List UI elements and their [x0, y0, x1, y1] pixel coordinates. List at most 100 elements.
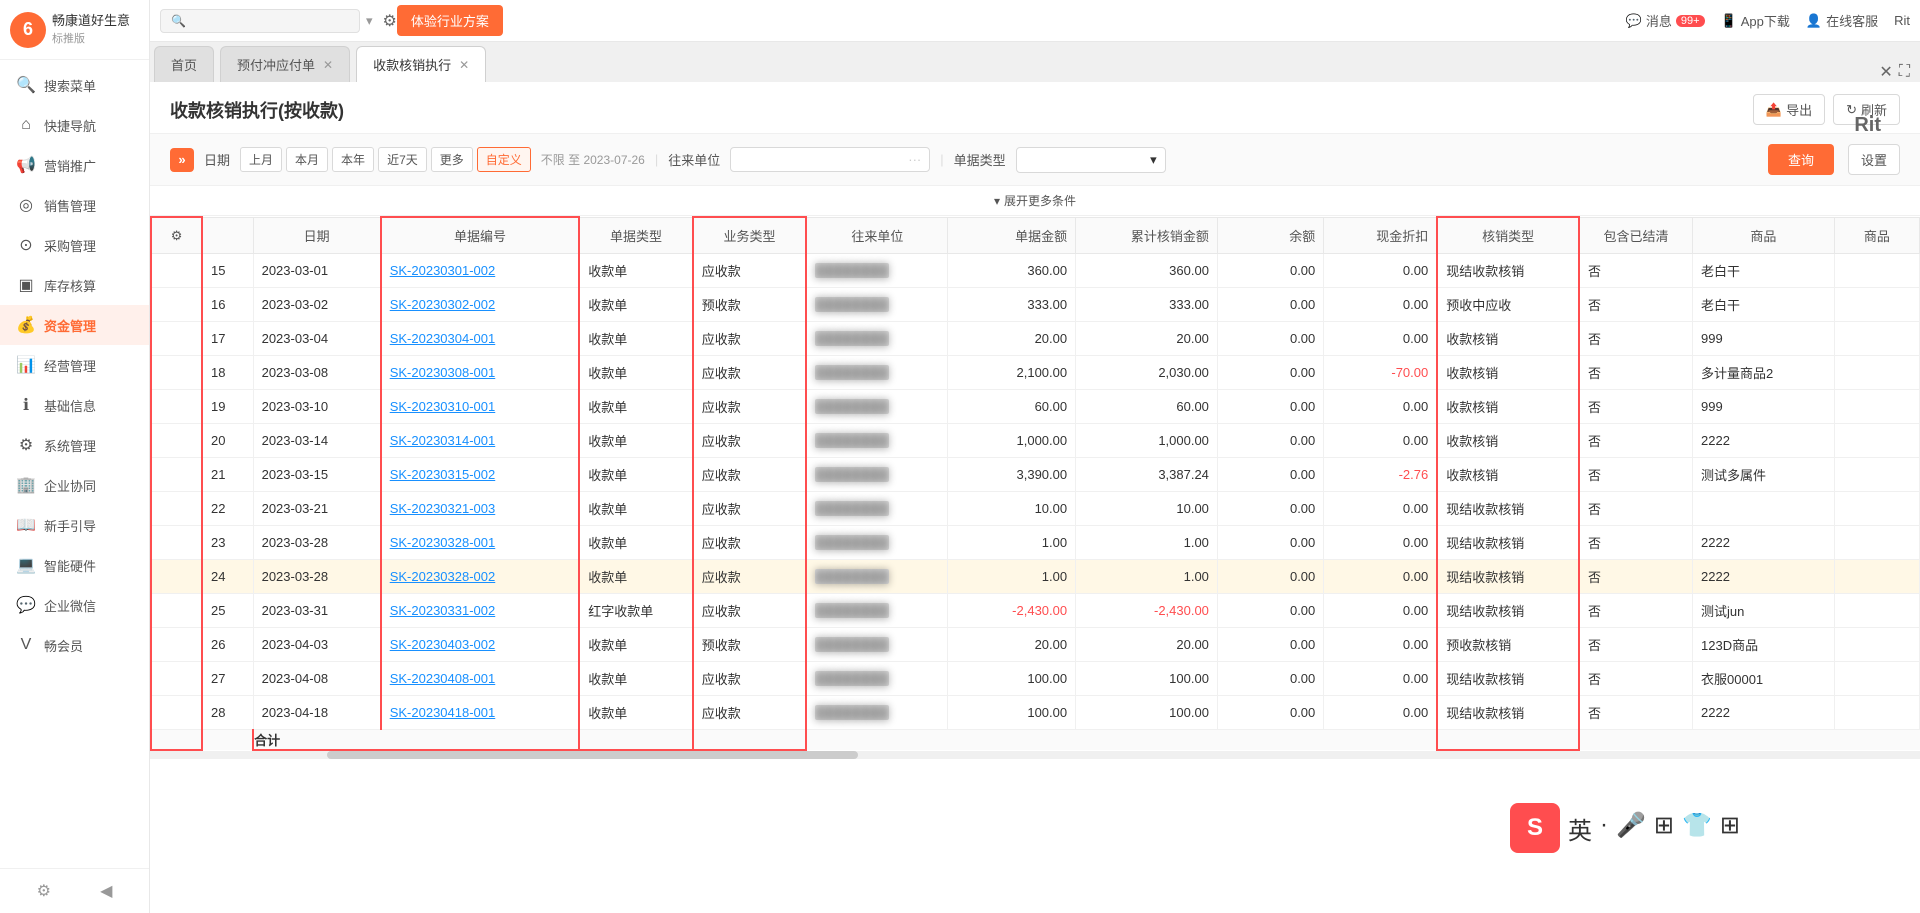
docno-link[interactable]: SK-20230310-001	[390, 399, 496, 414]
td-docno[interactable]: SK-20230328-002	[381, 560, 580, 594]
td-docno[interactable]: SK-20230302-002	[381, 288, 580, 322]
sidebar-item-enterprise[interactable]: 🏢 企业协同	[0, 465, 149, 505]
td-discount: 0.00	[1324, 424, 1437, 458]
td-seq: 26	[202, 628, 253, 662]
td-biztype: 应收款	[693, 560, 806, 594]
th-balance: 余额	[1217, 217, 1323, 254]
docno-link[interactable]: SK-20230403-002	[390, 637, 496, 652]
sidebar-item-basic[interactable]: ℹ 基础信息	[0, 385, 149, 425]
td-docno[interactable]: SK-20230328-001	[381, 526, 580, 560]
docno-link[interactable]: SK-20230301-002	[390, 263, 496, 278]
doctype-select[interactable]: ▾	[1016, 147, 1166, 173]
docno-link[interactable]: SK-20230328-002	[390, 569, 496, 584]
tf-total-label: 合计	[253, 730, 579, 751]
td-docno[interactable]: SK-20230408-001	[381, 662, 580, 696]
message-btn[interactable]: 💬 消息 99+	[1626, 11, 1705, 30]
docno-link[interactable]: SK-20230308-001	[390, 365, 496, 380]
sidebar-item-wechat[interactable]: 💬 企业微信	[0, 585, 149, 625]
sidebar-item-marketing[interactable]: 📢 营销推广	[0, 145, 149, 185]
tab-writeoff[interactable]: 收款核销执行✕	[356, 46, 486, 82]
docno-link[interactable]: SK-20230328-001	[390, 535, 496, 550]
inventory-icon: ▣	[16, 275, 36, 295]
td-docno[interactable]: SK-20230301-002	[381, 254, 580, 288]
tab-prepay[interactable]: 预付冲应付单✕	[220, 46, 350, 82]
td-docno[interactable]: SK-20230403-002	[381, 628, 580, 662]
td-goods2	[1834, 322, 1919, 356]
docno-link[interactable]: SK-20230418-001	[390, 705, 496, 720]
sidebar-item-finance[interactable]: 💰 资金管理	[0, 305, 149, 345]
table-body: 15 2023-03-01 SK-20230301-002 收款单 应收款 ██…	[151, 254, 1920, 730]
sidebar-item-purchase[interactable]: ⊙ 采购管理	[0, 225, 149, 265]
date-btn-近7天[interactable]: 近7天	[378, 147, 427, 172]
page-title: 收款核销执行(按收款)	[170, 97, 344, 123]
sidebar-item-hardware[interactable]: 💻 智能硬件	[0, 545, 149, 585]
user-text[interactable]: Rit	[1894, 13, 1910, 28]
tab-expand-icon[interactable]: ⛶	[1899, 63, 1910, 81]
sidebar-item-system[interactable]: ⚙ 系统管理	[0, 425, 149, 465]
td-docno[interactable]: SK-20230310-001	[381, 390, 580, 424]
td-biztype: 应收款	[693, 424, 806, 458]
settings-icon[interactable]: ⚙	[383, 11, 397, 31]
td-doctype: 收款单	[579, 254, 692, 288]
date-btn-本年[interactable]: 本年	[332, 147, 374, 172]
docno-link[interactable]: SK-20230302-002	[390, 297, 496, 312]
service-btn[interactable]: 👤 在线客服	[1806, 11, 1878, 30]
partner-field[interactable]: ···	[730, 147, 930, 172]
td-biztype: 应收款	[693, 594, 806, 628]
tab-close-writeoff[interactable]: ✕	[459, 58, 469, 72]
date-btn-更多[interactable]: 更多	[431, 147, 473, 172]
tab-close-prepay[interactable]: ✕	[323, 58, 333, 72]
query-btn[interactable]: 查询	[1768, 144, 1834, 175]
td-seq: 27	[202, 662, 253, 696]
sidebar-item-sales[interactable]: ◎ 销售管理	[0, 185, 149, 225]
setting-btn[interactable]: 设置	[1848, 144, 1900, 175]
docno-link[interactable]: SK-20230315-002	[390, 467, 496, 482]
docno-link[interactable]: SK-20230304-001	[390, 331, 496, 346]
td-discount: 0.00	[1324, 390, 1437, 424]
sidebar-item-guide[interactable]: 📖 新手引导	[0, 505, 149, 545]
finance-icon: 💰	[16, 315, 36, 335]
td-docno[interactable]: SK-20230304-001	[381, 322, 580, 356]
td-cumamt: 333.00	[1076, 288, 1218, 322]
td-cumamt: 10.00	[1076, 492, 1218, 526]
sidebar-collapse-icon[interactable]: ◀	[100, 881, 112, 901]
docno-link[interactable]: SK-20230331-002	[390, 603, 496, 618]
td-docno[interactable]: SK-20230418-001	[381, 696, 580, 730]
industry-btn[interactable]: 体验行业方案	[397, 5, 503, 36]
expand-bar[interactable]: ▾ 展开更多条件	[150, 186, 1920, 216]
td-doctype: 收款单	[579, 356, 692, 390]
dropdown-arrow[interactable]: ▾	[366, 13, 373, 29]
date-btn-自定义[interactable]: 自定义	[477, 147, 531, 172]
td-biztype: 应收款	[693, 492, 806, 526]
search-box[interactable]: 🔍	[160, 9, 360, 33]
td-writetype: 现结收款核销	[1437, 662, 1579, 696]
docno-link[interactable]: SK-20230408-001	[390, 671, 496, 686]
th-setting[interactable]: ⚙	[151, 217, 202, 254]
export-btn[interactable]: 📤 导出	[1753, 94, 1825, 125]
td-goods2	[1834, 424, 1919, 458]
td-docno[interactable]: SK-20230315-002	[381, 458, 580, 492]
td-docno[interactable]: SK-20230321-003	[381, 492, 580, 526]
sidebar-item-operation[interactable]: 📊 经营管理	[0, 345, 149, 385]
td-amount: 1,000.00	[948, 424, 1076, 458]
td-docno[interactable]: SK-20230331-002	[381, 594, 580, 628]
td-docno[interactable]: SK-20230308-001	[381, 356, 580, 390]
date-btn-本月[interactable]: 本月	[286, 147, 328, 172]
docno-link[interactable]: SK-20230321-003	[390, 501, 496, 516]
sidebar-settings-icon[interactable]: ⚙	[37, 881, 51, 901]
sidebar-item-inventory[interactable]: ▣ 库存核算	[0, 265, 149, 305]
td-docno[interactable]: SK-20230314-001	[381, 424, 580, 458]
td-partner: ████████	[806, 526, 948, 560]
partner-input[interactable]	[739, 153, 904, 167]
sidebar-item-member[interactable]: V 畅会员	[0, 625, 149, 665]
table-row: 18 2023-03-08 SK-20230308-001 收款单 应收款 ██…	[151, 356, 1920, 390]
table-scrollbar[interactable]	[150, 751, 1920, 759]
tab-home[interactable]: 首页	[154, 46, 214, 82]
sidebar-item-search[interactable]: 🔍 搜索菜单	[0, 65, 149, 105]
app-download-btn[interactable]: 📱 App下载	[1721, 11, 1790, 30]
date-btn-上月[interactable]: 上月	[240, 147, 282, 172]
filter-toggle[interactable]: »	[170, 148, 194, 172]
docno-link[interactable]: SK-20230314-001	[390, 433, 496, 448]
tab-close-icon[interactable]: ✕	[1879, 62, 1892, 82]
sidebar-item-quick[interactable]: ⌂ 快捷导航	[0, 105, 149, 145]
